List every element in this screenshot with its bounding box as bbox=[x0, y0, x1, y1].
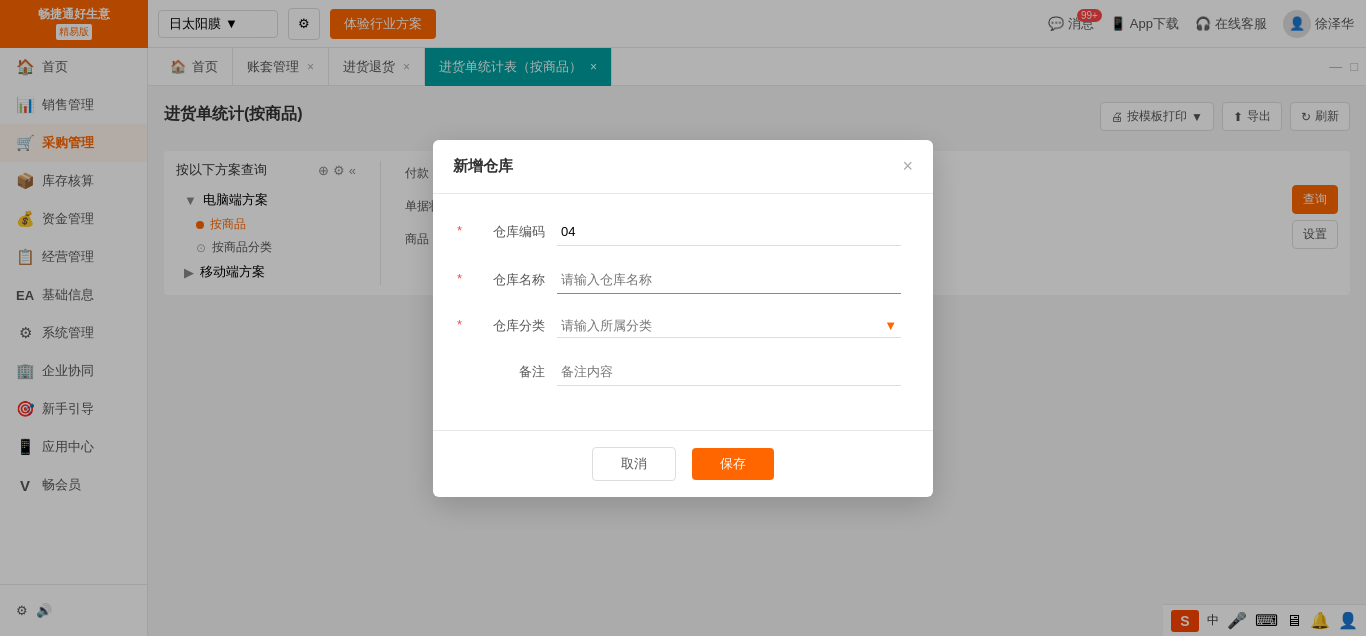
save-button[interactable]: 保存 bbox=[692, 448, 774, 480]
warehouse-category-label: 仓库分类 bbox=[465, 317, 545, 335]
warehouse-remark-input[interactable] bbox=[557, 358, 901, 386]
dialog-close-button[interactable]: × bbox=[902, 156, 913, 177]
warehouse-category-row: 仓库分类 ▼ bbox=[465, 314, 901, 338]
dialog-header: 新增仓库 × bbox=[433, 140, 933, 194]
warehouse-category-select-wrap[interactable]: ▼ bbox=[557, 314, 901, 338]
warehouse-remark-row: 备注 bbox=[465, 358, 901, 386]
warehouse-name-label: 仓库名称 bbox=[465, 271, 545, 289]
warehouse-name-row: 仓库名称 bbox=[465, 266, 901, 294]
warehouse-code-label: 仓库编码 bbox=[465, 223, 545, 241]
warehouse-name-input[interactable] bbox=[557, 266, 901, 294]
dialog-footer: 取消 保存 bbox=[433, 430, 933, 497]
cancel-button[interactable]: 取消 bbox=[592, 447, 676, 481]
warehouse-code-input[interactable] bbox=[557, 218, 901, 246]
warehouse-category-input[interactable] bbox=[561, 318, 880, 333]
new-warehouse-dialog: 新增仓库 × 仓库编码 仓库名称 仓库分类 ▼ bbox=[433, 140, 933, 497]
warehouse-remark-label: 备注 bbox=[465, 363, 545, 381]
dialog-body: 仓库编码 仓库名称 仓库分类 ▼ 备注 bbox=[433, 194, 933, 430]
category-dropdown-icon: ▼ bbox=[884, 318, 897, 333]
warehouse-code-row: 仓库编码 bbox=[465, 218, 901, 246]
modal-overlay: 新增仓库 × 仓库编码 仓库名称 仓库分类 ▼ bbox=[0, 0, 1366, 636]
dialog-title: 新增仓库 bbox=[453, 157, 513, 176]
